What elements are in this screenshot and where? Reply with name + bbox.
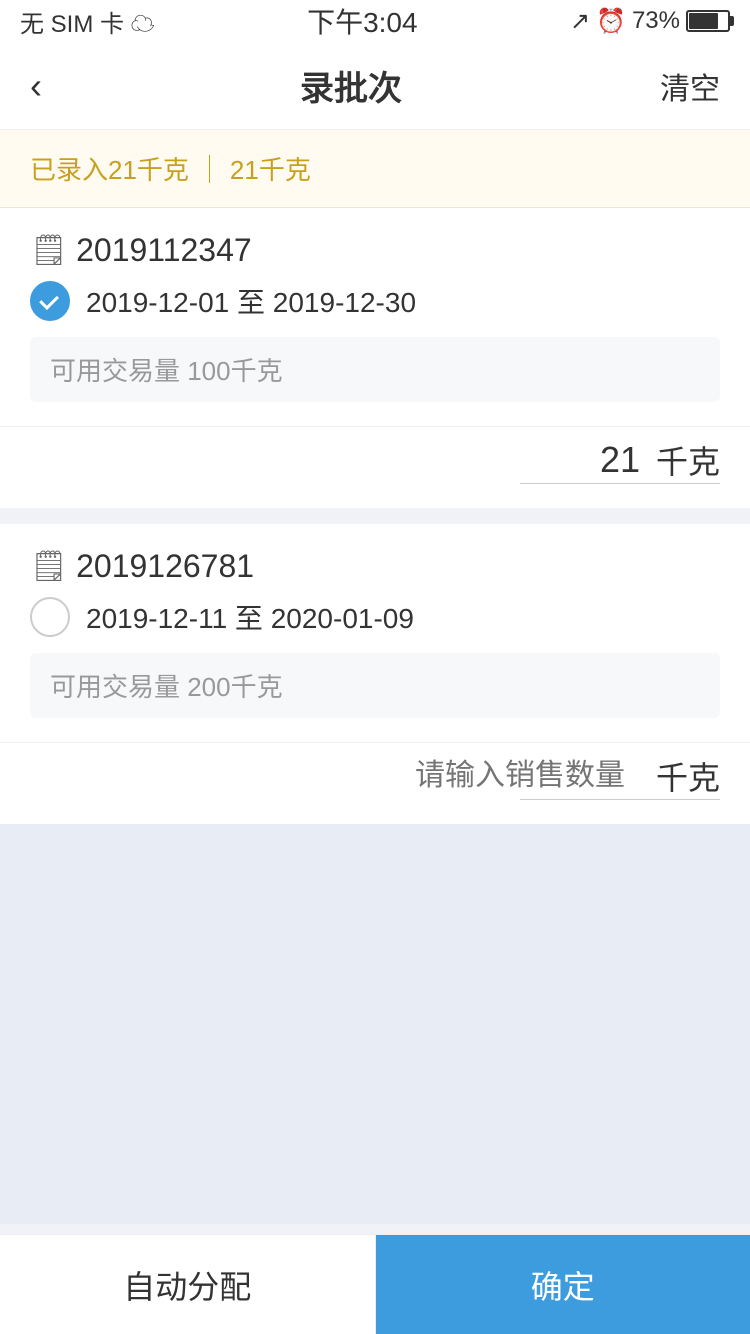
batch-item-2: 🗒 2019126781 2019-12-11 至 2020-01-09 可用交… <box>0 524 750 824</box>
section-separator-1 <box>0 508 750 524</box>
alarm-icon: ⏰ <box>596 7 626 36</box>
battery-percent: 73% <box>632 7 680 35</box>
clear-button[interactable]: 清空 <box>660 64 720 108</box>
status-bar: 无 SIM 卡 ☁ 下午3:04 ↗ ⏰ 73% <box>0 0 750 42</box>
nav-bar: ‹ 录批次 清空 <box>0 42 750 130</box>
info-banner: 已录入21千克 21千克 <box>0 130 750 208</box>
banner-divider <box>209 155 210 183</box>
batch1-quantity-unit: 千克 <box>656 437 720 483</box>
batch2-qty-line <box>520 799 720 800</box>
batch2-availability: 可用交易量 200千克 <box>30 653 720 718</box>
batch2-date-row: 2019-12-11 至 2020-01-09 <box>30 597 720 637</box>
batch1-date: 2019-12-01 至 2019-12-30 <box>86 281 416 321</box>
batch1-doc-icon: 🗒 <box>30 233 68 268</box>
batch2-doc-icon: 🗒 <box>30 549 68 584</box>
back-button[interactable]: ‹ <box>30 65 42 107</box>
batch-item-1: 🗒 2019112347 2019-12-01 至 2019-12-30 可用交… <box>0 208 750 508</box>
recorded-amount-label: 已录入21千克 <box>30 150 189 187</box>
batch2-quantity-unit: 千克 <box>656 753 720 799</box>
footer: 自动分配 确定 <box>0 1234 750 1334</box>
batch2-quantity-input[interactable] <box>30 759 640 793</box>
batch2-availability-text: 可用交易量 200千克 <box>50 672 283 702</box>
status-time: 下午3:04 <box>307 1 418 41</box>
batch2-radio[interactable] <box>30 597 70 637</box>
batch1-id: 2019112347 <box>76 232 252 269</box>
batch1-date-row: 2019-12-01 至 2019-12-30 <box>30 281 720 321</box>
location-icon: ↗ <box>570 7 590 36</box>
status-right: ↗ ⏰ 73% <box>570 7 730 36</box>
batch2-quantity-section: 千克 <box>0 742 750 824</box>
batch2-date: 2019-12-11 至 2020-01-09 <box>86 597 414 637</box>
signal-text: 无 SIM 卡 ☁ <box>20 4 155 39</box>
batch2-id: 2019126781 <box>76 548 254 585</box>
batch1-qty-line <box>520 483 720 484</box>
batch1-header: 🗒 2019112347 <box>30 232 720 269</box>
batch1-quantity-value: 21 <box>600 439 640 481</box>
page-title: 录批次 <box>300 61 402 110</box>
auto-distribute-button[interactable]: 自动分配 <box>0 1235 376 1334</box>
confirm-button[interactable]: 确定 <box>376 1235 750 1334</box>
status-left: 无 SIM 卡 ☁ <box>20 4 155 39</box>
empty-area <box>0 824 750 1224</box>
batch1-availability: 可用交易量 100千克 <box>30 337 720 402</box>
battery-icon <box>686 10 730 32</box>
batch2-header: 🗒 2019126781 <box>30 548 720 585</box>
batch1-quantity-section: 21 千克 <box>0 426 750 508</box>
batch1-availability-text: 可用交易量 100千克 <box>50 356 283 386</box>
batch1-radio[interactable] <box>30 281 70 321</box>
recorded-amount-value: 21千克 <box>230 150 311 187</box>
